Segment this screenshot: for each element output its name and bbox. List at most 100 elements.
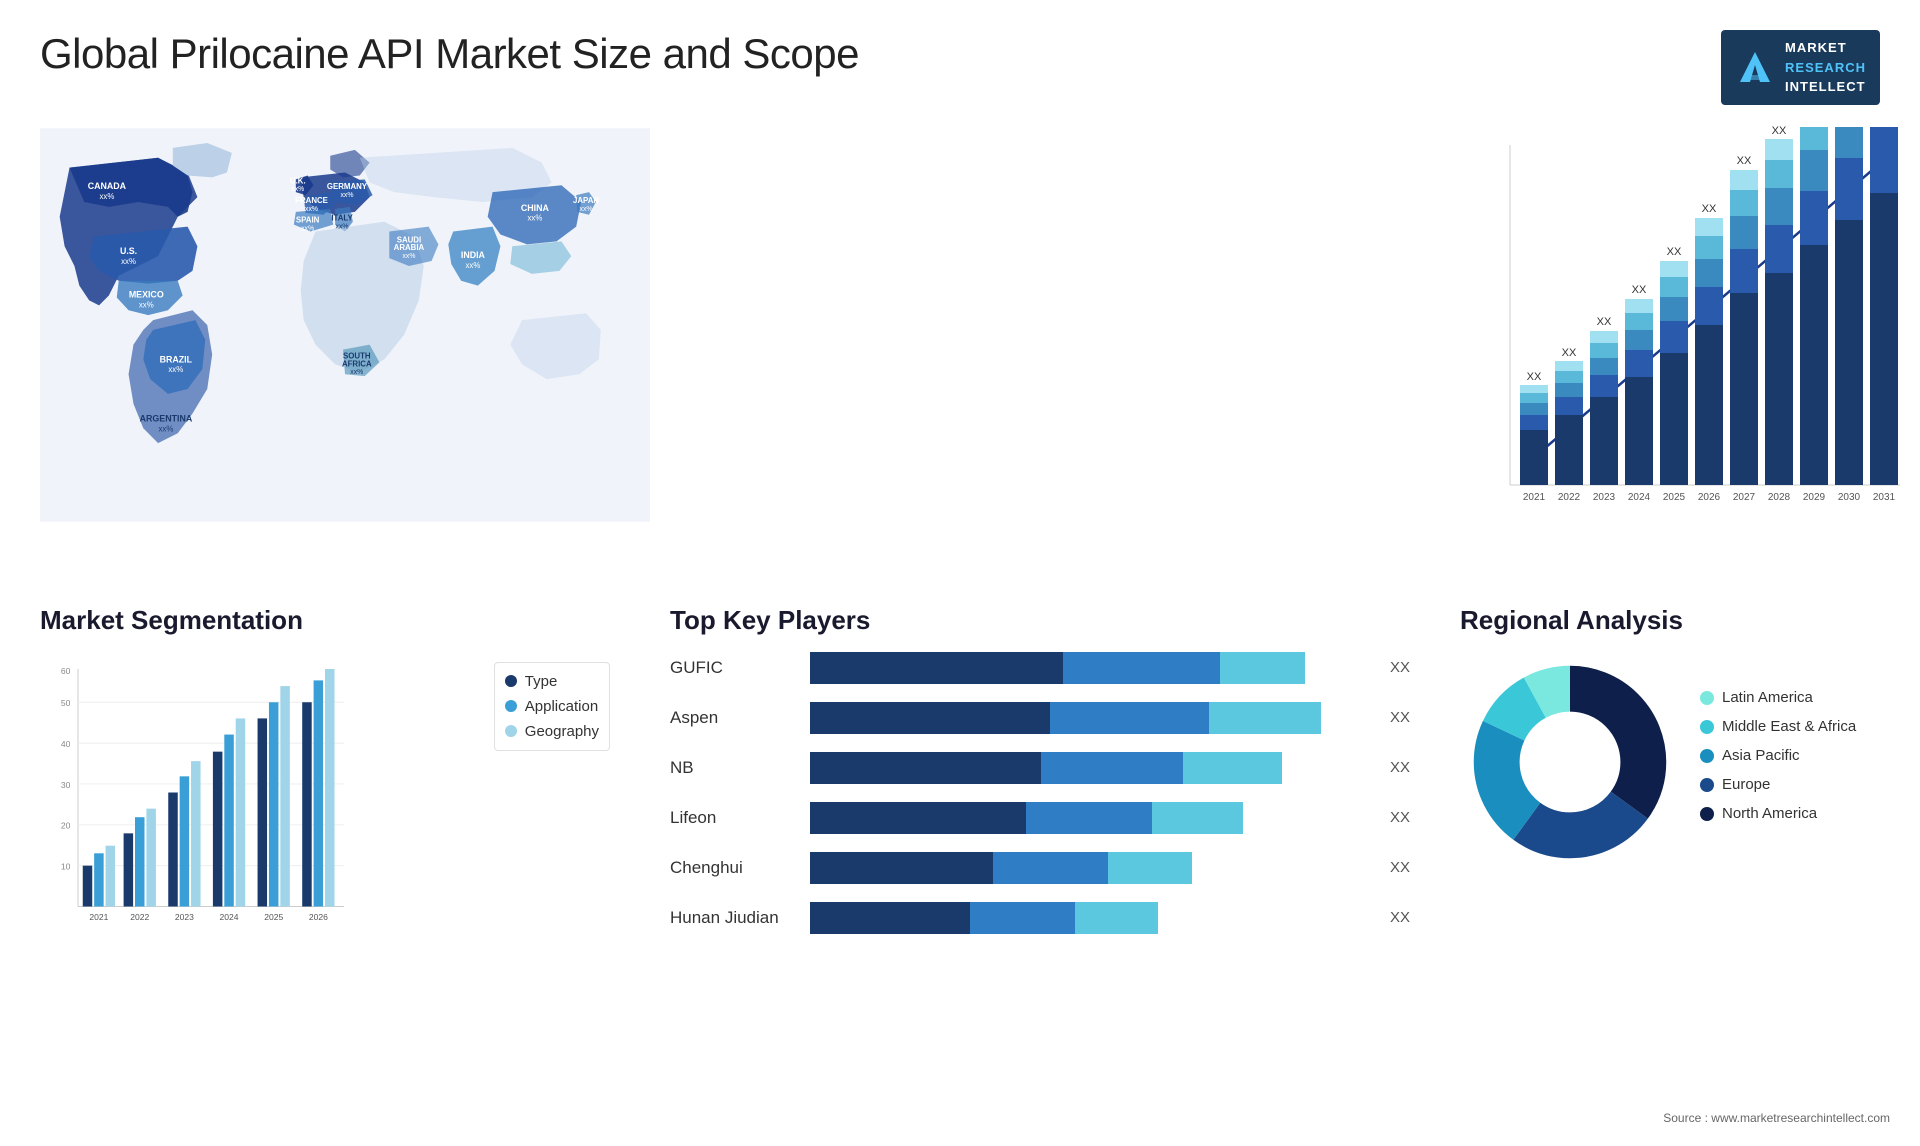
svg-text:XX: XX: [1737, 155, 1752, 167]
bar-chart-container: XX 2021 XX 2022 XX 2023: [1470, 125, 1870, 555]
legend-type: Type: [505, 673, 599, 690]
svg-text:50: 50: [61, 698, 71, 708]
player-value-chenghui: XX: [1390, 859, 1410, 876]
logo-line1: MARKET: [1785, 38, 1866, 58]
svg-text:ARABIA: ARABIA: [394, 243, 425, 252]
page-header: Global Prilocaine API Market Size and Sc…: [0, 0, 1920, 115]
donut-area: Latin America Middle East & Africa Asia …: [1460, 652, 1880, 872]
player-row-aspen: Aspen XX: [670, 702, 1410, 734]
player-row-hunan: Hunan Jiudian XX: [670, 902, 1410, 934]
latin-america-dot: [1700, 691, 1714, 705]
mea-dot: [1700, 720, 1714, 734]
segmentation-chart-area: 10 20 30 40 50 60 2021: [40, 652, 620, 992]
svg-text:GERMANY: GERMANY: [327, 182, 368, 191]
svg-text:JAPAN: JAPAN: [573, 196, 599, 205]
svg-text:xx%: xx%: [336, 223, 349, 230]
player-name-aspen: Aspen: [670, 708, 810, 728]
player-name-lifeon: Lifeon: [670, 808, 810, 828]
svg-text:10: 10: [61, 861, 71, 871]
players-section: Top Key Players GUFIC XX Aspen: [640, 595, 1440, 1135]
svg-text:2022: 2022: [130, 911, 149, 921]
svg-text:2027: 2027: [1733, 492, 1756, 503]
page-title: Global Prilocaine API Market Size and Sc…: [40, 30, 859, 78]
svg-text:xx%: xx%: [340, 192, 353, 199]
svg-text:XX: XX: [1667, 246, 1682, 258]
svg-text:AFRICA: AFRICA: [342, 359, 372, 368]
logo-line3: INTELLECT: [1785, 77, 1866, 97]
asia-pacific-dot: [1700, 749, 1714, 763]
regional-title: Regional Analysis: [1460, 605, 1880, 636]
svg-text:xx%: xx%: [121, 257, 136, 266]
svg-text:XX: XX: [1632, 284, 1647, 296]
player-name-nb: NB: [670, 758, 810, 778]
main-grid: CANADA xx% U.S. xx% MEXICO xx% BRAZIL xx…: [0, 115, 1920, 1135]
application-dot: [505, 700, 517, 712]
legend-latin-america: Latin America: [1700, 689, 1856, 706]
svg-text:xx%: xx%: [301, 225, 314, 232]
player-value-nb: XX: [1390, 759, 1410, 776]
svg-text:XX: XX: [1772, 125, 1787, 137]
map-container: CANADA xx% U.S. xx% MEXICO xx% BRAZIL xx…: [40, 125, 1420, 545]
player-name-chenghui: Chenghui: [670, 858, 810, 878]
player-value-aspen: XX: [1390, 709, 1410, 726]
svg-text:40: 40: [61, 738, 71, 748]
svg-text:XX: XX: [1562, 347, 1577, 359]
player-value-gufic: XX: [1390, 659, 1410, 676]
player-row-lifeon: Lifeon XX: [670, 802, 1410, 834]
player-bar-lifeon: [810, 802, 1372, 834]
player-name-hunan: Hunan Jiudian: [670, 908, 810, 928]
svg-text:xx%: xx%: [402, 253, 415, 260]
svg-text:xx%: xx%: [465, 260, 480, 269]
svg-text:30: 30: [61, 779, 71, 789]
svg-text:BRAZIL: BRAZIL: [160, 354, 193, 364]
segmentation-chart-svg: 10 20 30 40 50 60 2021: [40, 652, 420, 952]
svg-text:2025: 2025: [1663, 492, 1686, 503]
europe-dot: [1700, 778, 1714, 792]
segmentation-section: Market Segmentation 10 20 30 40 50 60: [20, 595, 640, 1135]
svg-text:xx%: xx%: [168, 365, 183, 374]
player-bar-gufic: [810, 652, 1372, 684]
svg-text:XX: XX: [1702, 203, 1717, 215]
svg-text:2021: 2021: [1523, 492, 1546, 503]
svg-text:MEXICO: MEXICO: [129, 289, 164, 299]
svg-text:FRANCE: FRANCE: [295, 196, 328, 205]
svg-text:xx%: xx%: [291, 186, 304, 193]
svg-text:2029: 2029: [1803, 492, 1826, 503]
players-list: GUFIC XX Aspen: [670, 652, 1410, 934]
player-bar-hunan: [810, 902, 1372, 934]
segmentation-title: Market Segmentation: [40, 605, 620, 636]
svg-text:xx%: xx%: [159, 424, 174, 433]
svg-text:xx%: xx%: [527, 213, 542, 222]
growth-bar-chart: XX 2021 XX 2022 XX 2023: [1470, 125, 1910, 545]
logo-area: MARKET RESEARCH INTELLECT: [1721, 30, 1880, 105]
svg-text:2031: 2031: [1873, 492, 1896, 503]
player-bar-chenghui: [810, 852, 1372, 884]
svg-text:CHINA: CHINA: [521, 202, 550, 212]
legend-asia-pacific: Asia Pacific: [1700, 747, 1856, 764]
svg-text:U.K.: U.K.: [290, 176, 306, 185]
segmentation-legend: Type Application Geography: [494, 662, 610, 751]
player-name-gufic: GUFIC: [670, 658, 810, 678]
player-value-hunan: XX: [1390, 909, 1410, 926]
svg-text:2024: 2024: [1628, 492, 1651, 503]
geography-dot: [505, 725, 517, 737]
player-row-chenghui: Chenghui XX: [670, 852, 1410, 884]
legend-north-america: North America: [1700, 805, 1856, 822]
svg-text:ARGENTINA: ARGENTINA: [140, 413, 193, 423]
svg-text:xx%: xx%: [139, 300, 154, 309]
svg-text:2026: 2026: [1698, 492, 1721, 503]
world-map-svg: CANADA xx% U.S. xx% MEXICO xx% BRAZIL xx…: [40, 125, 650, 525]
legend-mea: Middle East & Africa: [1700, 718, 1856, 735]
svg-text:2026: 2026: [309, 911, 328, 921]
north-america-dot: [1700, 807, 1714, 821]
svg-text:2022: 2022: [1558, 492, 1581, 503]
svg-text:XX: XX: [1527, 371, 1542, 383]
player-row-gufic: GUFIC XX: [670, 652, 1410, 684]
svg-text:SPAIN: SPAIN: [296, 215, 320, 224]
svg-text:xx%: xx%: [350, 369, 363, 376]
svg-text:2023: 2023: [175, 911, 194, 921]
logo-line2: RESEARCH: [1785, 58, 1866, 78]
svg-text:20: 20: [61, 820, 71, 830]
player-value-lifeon: XX: [1390, 809, 1410, 826]
donut-chart-svg: [1460, 652, 1680, 872]
